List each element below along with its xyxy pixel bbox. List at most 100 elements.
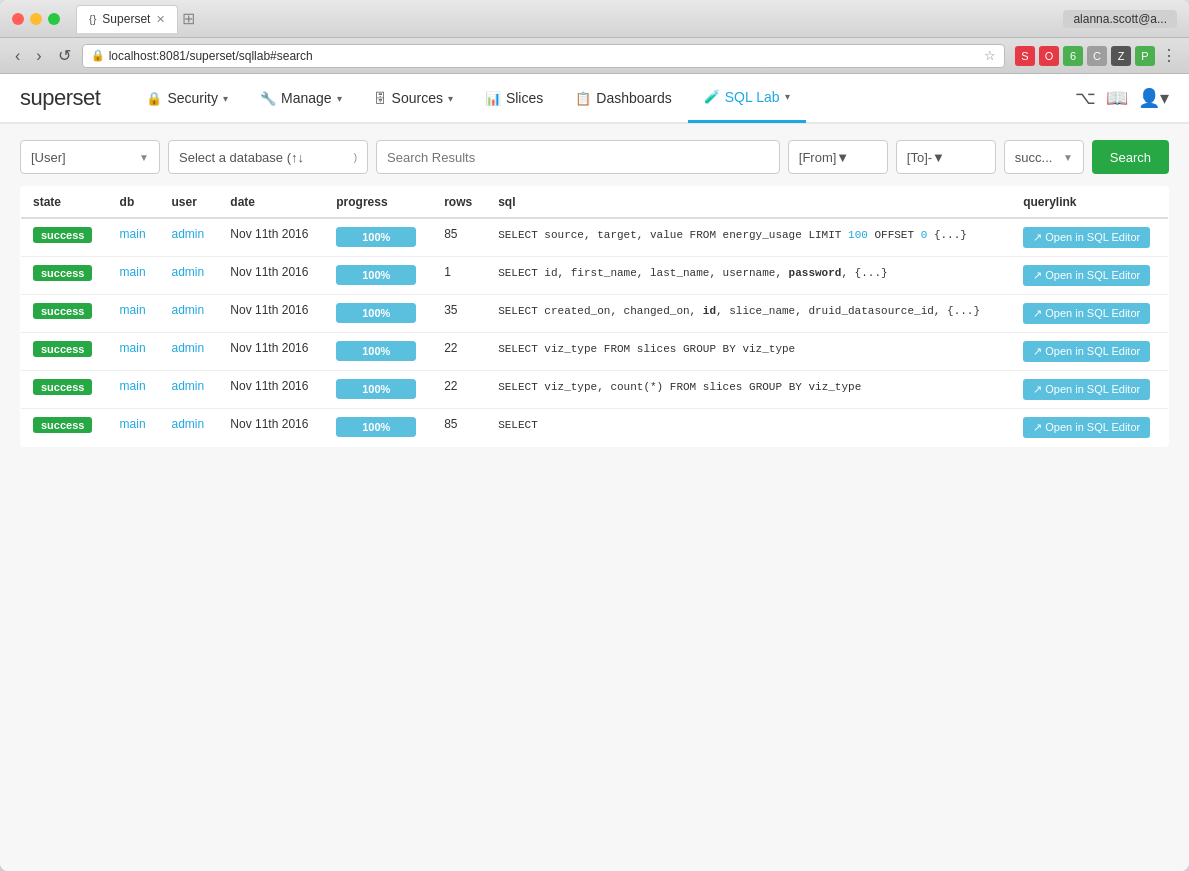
nav-item-sqllab[interactable]: 🧪 SQL Lab ▾ bbox=[688, 73, 806, 123]
table-row: success main admin Nov 11th 2016 100% 1 … bbox=[21, 257, 1169, 295]
sql-code: SELECT viz_type FROM slices GROUP BY viz… bbox=[498, 341, 999, 359]
user-menu[interactable]: alanna.scott@a... bbox=[1063, 10, 1177, 28]
open-editor-button[interactable]: ↗ Open in SQL Editor bbox=[1023, 417, 1150, 438]
close-button[interactable] bbox=[12, 13, 24, 25]
nav-item-dashboards[interactable]: 📋 Dashboards bbox=[559, 73, 688, 123]
cell-user: admin bbox=[160, 257, 219, 295]
nav-label-manage: Manage bbox=[281, 90, 332, 106]
search-input-wrapper[interactable] bbox=[376, 140, 780, 174]
github-icon[interactable]: ⌥ bbox=[1075, 87, 1096, 109]
user-link[interactable]: admin bbox=[172, 227, 205, 241]
user-link[interactable]: admin bbox=[172, 265, 205, 279]
ext-icon-1[interactable]: S bbox=[1015, 46, 1035, 66]
user-link[interactable]: admin bbox=[172, 303, 205, 317]
cell-date: Nov 11th 2016 bbox=[218, 295, 324, 333]
progress-bar: 100% bbox=[336, 379, 416, 399]
open-editor-button[interactable]: ↗ Open in SQL Editor bbox=[1023, 379, 1150, 400]
forward-button[interactable]: › bbox=[31, 45, 46, 67]
security-icon: 🔒 bbox=[146, 91, 162, 106]
more-extensions-button[interactable]: ⋮ bbox=[1159, 46, 1179, 66]
slices-icon: 📊 bbox=[485, 91, 501, 106]
user-link[interactable]: admin bbox=[172, 417, 205, 431]
browser-toolbar: ‹ › ↺ 🔒 localhost:8081/superset/sqllab#s… bbox=[0, 38, 1189, 74]
from-filter[interactable]: [From]▼ bbox=[788, 140, 888, 174]
status-badge: success bbox=[33, 227, 92, 243]
db-link[interactable]: main bbox=[120, 341, 146, 355]
table-row: success main admin Nov 11th 2016 100% 85… bbox=[21, 409, 1169, 447]
status-filter-text: succ... bbox=[1015, 150, 1057, 165]
status-filter-caret-icon: ▼ bbox=[1063, 152, 1073, 163]
db-link[interactable]: main bbox=[120, 303, 146, 317]
table-row: success main admin Nov 11th 2016 100% 85… bbox=[21, 218, 1169, 257]
cell-rows: 22 bbox=[432, 371, 486, 409]
progress-fill: 100% bbox=[336, 303, 416, 323]
db-link[interactable]: main bbox=[120, 227, 146, 241]
cell-querylink: ↗ Open in SQL Editor bbox=[1011, 295, 1168, 333]
database-filter-caret-icon: ) bbox=[354, 152, 357, 163]
search-input[interactable] bbox=[387, 150, 769, 165]
manage-icon: 🔧 bbox=[260, 91, 276, 106]
db-link[interactable]: main bbox=[120, 379, 146, 393]
maximize-button[interactable] bbox=[48, 13, 60, 25]
cell-sql: SELECT id, first_name, last_name, userna… bbox=[486, 257, 1011, 295]
sql-code: SELECT id, first_name, last_name, userna… bbox=[498, 265, 999, 283]
cell-date: Nov 11th 2016 bbox=[218, 218, 324, 257]
cell-progress: 100% bbox=[324, 295, 432, 333]
ext-icon-3[interactable]: 6 bbox=[1063, 46, 1083, 66]
bookmark-icon[interactable]: ☆ bbox=[984, 48, 996, 63]
db-link[interactable]: main bbox=[120, 417, 146, 431]
ext-icon-6[interactable]: P bbox=[1135, 46, 1155, 66]
cell-rows: 22 bbox=[432, 333, 486, 371]
address-bar[interactable]: 🔒 localhost:8081/superset/sqllab#search … bbox=[82, 44, 1005, 68]
table-row: success main admin Nov 11th 2016 100% 22… bbox=[21, 371, 1169, 409]
cell-sql: SELECT source, target, value FROM energy… bbox=[486, 218, 1011, 257]
to-filter-text: [To]-▼ bbox=[907, 150, 985, 165]
status-filter[interactable]: succ... ▼ bbox=[1004, 140, 1084, 174]
progress-bar: 100% bbox=[336, 341, 416, 361]
progress-fill: 100% bbox=[336, 341, 416, 361]
sql-code: SELECT source, target, value FROM energy… bbox=[498, 227, 999, 245]
user-link[interactable]: admin bbox=[172, 341, 205, 355]
open-editor-button[interactable]: ↗ Open in SQL Editor bbox=[1023, 265, 1150, 286]
cell-state: success bbox=[21, 333, 108, 371]
nav-item-sources[interactable]: 🗄 Sources ▾ bbox=[358, 73, 469, 123]
nav-item-manage[interactable]: 🔧 Manage ▾ bbox=[244, 73, 358, 123]
user-icon[interactable]: 👤▾ bbox=[1138, 87, 1169, 109]
database-filter[interactable]: Select a database (↑↓ ) bbox=[168, 140, 368, 174]
user-link[interactable]: admin bbox=[172, 379, 205, 393]
open-editor-button[interactable]: ↗ Open in SQL Editor bbox=[1023, 303, 1150, 324]
to-filter[interactable]: [To]-▼ bbox=[896, 140, 996, 174]
app-logo[interactable]: superset bbox=[20, 85, 100, 111]
minimize-button[interactable] bbox=[30, 13, 42, 25]
ext-icon-2[interactable]: O bbox=[1039, 46, 1059, 66]
open-editor-button[interactable]: ↗ Open in SQL Editor bbox=[1023, 341, 1150, 362]
tab-close-button[interactable]: ✕ bbox=[156, 13, 165, 26]
user-filter[interactable]: [User] ▼ bbox=[20, 140, 160, 174]
back-button[interactable]: ‹ bbox=[10, 45, 25, 67]
open-editor-button[interactable]: ↗ Open in SQL Editor bbox=[1023, 227, 1150, 248]
progress-fill: 100% bbox=[336, 417, 416, 437]
cell-state: success bbox=[21, 409, 108, 447]
col-state: state bbox=[21, 187, 108, 219]
nav-item-security[interactable]: 🔒 Security ▾ bbox=[130, 73, 244, 123]
cell-progress: 100% bbox=[324, 218, 432, 257]
header-actions: ⌥ 📖 👤▾ bbox=[1075, 87, 1169, 109]
refresh-button[interactable]: ↺ bbox=[53, 44, 76, 67]
nav-menu: 🔒 Security ▾ 🔧 Manage ▾ 🗄 Sources ▾ 📊 Sl… bbox=[130, 73, 1075, 123]
cell-rows: 85 bbox=[432, 218, 486, 257]
browser-tab[interactable]: {} Superset ✕ bbox=[76, 5, 178, 33]
nav-item-slices[interactable]: 📊 Slices bbox=[469, 73, 559, 123]
table-row: success main admin Nov 11th 2016 100% 35… bbox=[21, 295, 1169, 333]
docs-icon[interactable]: 📖 bbox=[1106, 87, 1128, 109]
nav-label-sources: Sources bbox=[392, 90, 443, 106]
col-user: user bbox=[160, 187, 219, 219]
new-tab-button[interactable]: ⊞ bbox=[182, 9, 195, 28]
tab-bar: {} Superset ✕ ⊞ bbox=[76, 5, 1063, 33]
cell-progress: 100% bbox=[324, 257, 432, 295]
ext-icon-5[interactable]: Z bbox=[1111, 46, 1131, 66]
cell-db: main bbox=[108, 218, 160, 257]
ext-icon-4[interactable]: C bbox=[1087, 46, 1107, 66]
search-button[interactable]: Search bbox=[1092, 140, 1169, 174]
status-badge: success bbox=[33, 379, 92, 395]
db-link[interactable]: main bbox=[120, 265, 146, 279]
